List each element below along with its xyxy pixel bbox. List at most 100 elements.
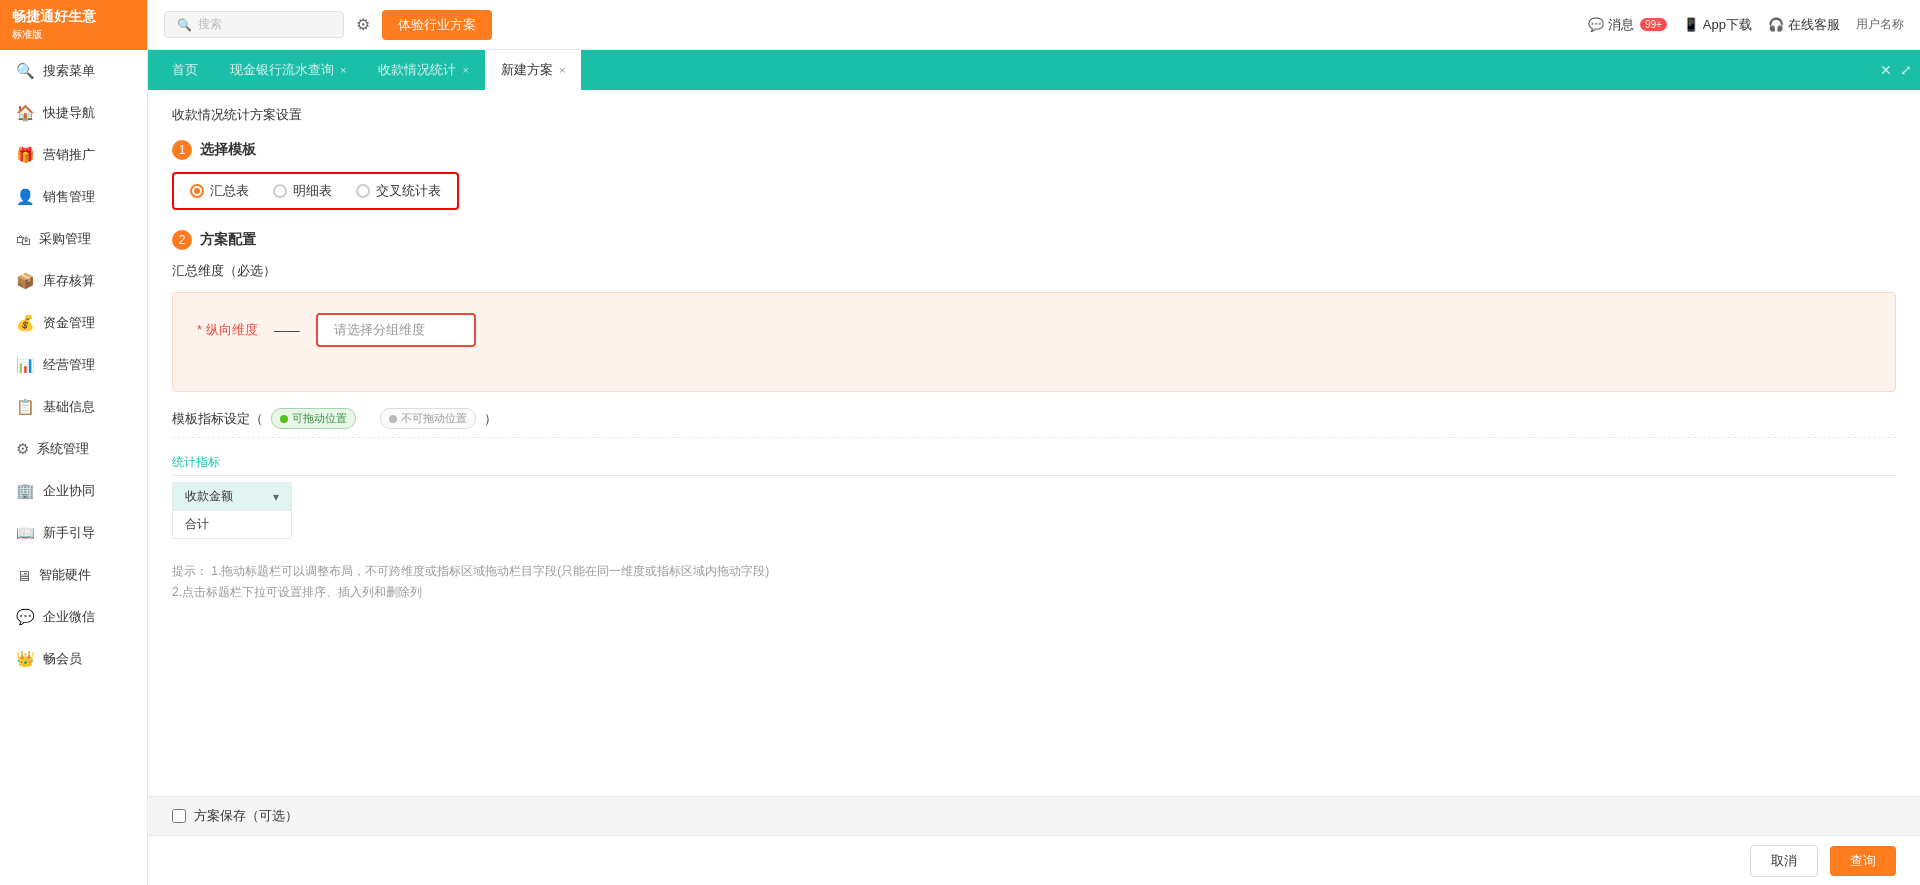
radio-summary[interactable]: 汇总表 [190, 182, 249, 200]
sidebar-item-marketing[interactable]: 🎁 营销推广 [0, 134, 147, 176]
sidebar-label-marketing: 营销推广 [43, 146, 95, 164]
tab-bank[interactable]: 现金银行流水查询 × [214, 50, 362, 90]
stats-col-label: 收款金额 [185, 488, 233, 505]
sidebar-item-inventory[interactable]: 📦 库存核算 [0, 260, 147, 302]
sidebar-label-inventory: 库存核算 [43, 272, 95, 290]
sidebar-item-basic[interactable]: 📋 基础信息 [0, 386, 147, 428]
radio-summary-circle [190, 184, 204, 198]
gray-dot [389, 415, 397, 423]
close-window-icon[interactable]: ✕ [1880, 62, 1892, 78]
cancel-button[interactable]: 取消 [1750, 845, 1818, 877]
sidebar-item-member[interactable]: 👑 畅会员 [0, 638, 147, 680]
step1-header: 1 选择模板 [172, 140, 1896, 160]
settings-icon[interactable]: ⚙ [356, 15, 370, 34]
sidebar-label-finance: 资金管理 [43, 314, 95, 332]
step2-num: 2 [172, 230, 192, 250]
monitor-icon: 🖥 [16, 567, 31, 584]
tab-new-plan-close[interactable]: × [559, 64, 565, 76]
tab-stats[interactable]: 收款情况统计 × [362, 50, 484, 90]
step2-header: 2 方案配置 [172, 230, 1896, 250]
sidebar-label-quick-nav: 快捷导航 [43, 104, 95, 122]
sidebar-item-operation[interactable]: 📊 经营管理 [0, 344, 147, 386]
metrics-label: 模板指标设定（ [172, 410, 263, 428]
message-icon: 💬 [1588, 17, 1604, 32]
sidebar-label-wechat: 企业微信 [43, 608, 95, 626]
dimension-row: * 纵向维度 —— 请选择分组维度 [197, 313, 1871, 347]
step2-section: 2 方案配置 汇总维度（必选） * 纵向维度 —— 请选择分组维度 [172, 230, 1896, 601]
sidebar-nav: 🔍 搜索菜单 🏠 快捷导航 🎁 营销推广 👤 销售管理 🛍 采购管理 📦 库存核… [0, 50, 147, 885]
message-badge: 99+ [1640, 18, 1667, 31]
radio-detail-label: 明细表 [293, 182, 332, 200]
page-title: 收款情况统计方案设置 [172, 106, 1896, 124]
metrics-divider [172, 437, 1896, 438]
sidebar-label-sales: 销售管理 [43, 188, 95, 206]
tabbar: 首页 现金银行流水查询 × 收款情况统计 × 新建方案 × ✕ ⤢ [148, 50, 1920, 90]
stats-label: 统计指标 [172, 454, 1896, 476]
dimension-required-label: 汇总维度（必选） [172, 262, 1896, 280]
gift-icon: 🎁 [16, 146, 35, 164]
tab-new-plan-label: 新建方案 [501, 61, 553, 79]
service-label: 在线客服 [1788, 16, 1840, 34]
save-checkbox[interactable] [172, 809, 186, 823]
radio-detail[interactable]: 明细表 [273, 182, 332, 200]
sidebar-item-finance[interactable]: 💰 资金管理 [0, 302, 147, 344]
search-placeholder: 搜索 [198, 16, 222, 33]
template-options: 汇总表 明细表 交叉统计表 [172, 172, 459, 210]
topbar-search-box[interactable]: 🔍 搜索 [164, 11, 344, 38]
sidebar-label-member: 畅会员 [43, 650, 82, 668]
dimension-dropdown[interactable]: 请选择分组维度 [316, 313, 476, 347]
download-label: App下载 [1703, 16, 1752, 34]
green-dot [280, 415, 288, 423]
tab-bank-close[interactable]: × [340, 64, 346, 76]
save-area: 方案保存（可选） [148, 796, 1920, 835]
fixed-label: 不可拖动位置 [401, 411, 467, 426]
username: 用户名称 [1856, 16, 1904, 33]
trial-button[interactable]: 体验行业方案 [382, 10, 492, 40]
sidebar-item-guide[interactable]: 📖 新手引导 [0, 512, 147, 554]
download-item[interactable]: 📱 App下载 [1683, 16, 1752, 34]
arrow-icon: —— [274, 323, 300, 338]
sidebar-label-system: 系统管理 [37, 440, 89, 458]
topbar: 🔍 搜索 ⚙ 体验行业方案 💬 消息 99+ 📱 App下载 🎧 在线客服 用户… [148, 0, 1920, 50]
query-button[interactable]: 查询 [1830, 846, 1896, 876]
app-version: 标准版 [12, 28, 96, 42]
radio-cross[interactable]: 交叉统计表 [356, 182, 441, 200]
tab-new-plan[interactable]: 新建方案 × [485, 50, 581, 90]
tab-home-label: 首页 [172, 61, 198, 79]
tab-stats-label: 收款情况统计 [378, 61, 456, 79]
radio-summary-label: 汇总表 [210, 182, 249, 200]
maximize-icon[interactable]: ⤢ [1900, 62, 1912, 78]
sidebar-item-corp[interactable]: 🏢 企业协同 [0, 470, 147, 512]
step1-title: 选择模板 [200, 141, 256, 159]
sidebar-item-sales[interactable]: 👤 销售管理 [0, 176, 147, 218]
sidebar-label-guide: 新手引导 [43, 524, 95, 542]
message-label: 消息 [1608, 16, 1634, 34]
page-content: 收款情况统计方案设置 1 选择模板 汇总表 明细表 [148, 90, 1920, 796]
sidebar-label-corp: 企业协同 [43, 482, 95, 500]
main-area: 🔍 搜索 ⚙ 体验行业方案 💬 消息 99+ 📱 App下载 🎧 在线客服 用户… [148, 0, 1920, 885]
sidebar-label-basic: 基础信息 [43, 398, 95, 416]
dimension-placeholder: 请选择分组维度 [334, 322, 425, 337]
vertical-dimension-label: * 纵向维度 [197, 321, 258, 339]
service-item[interactable]: 🎧 在线客服 [1768, 16, 1840, 34]
tab-home[interactable]: 首页 [156, 50, 214, 90]
tab-stats-close[interactable]: × [462, 64, 468, 76]
content-area: 收款情况统计方案设置 1 选择模板 汇总表 明细表 [148, 90, 1920, 885]
sidebar-item-quick-nav[interactable]: 🏠 快捷导航 [0, 92, 147, 134]
app-name: 畅捷通好生意 [12, 8, 96, 26]
sidebar-item-purchase[interactable]: 🛍 采购管理 [0, 218, 147, 260]
sidebar-item-hardware[interactable]: 🖥 智能硬件 [0, 554, 147, 596]
message-item[interactable]: 💬 消息 99+ [1588, 16, 1667, 34]
chart-icon: 📊 [16, 356, 35, 374]
stats-table-header[interactable]: 收款金额 ▾ [173, 483, 291, 510]
stats-dropdown-icon[interactable]: ▾ [273, 490, 279, 504]
tip-1: 提示： 1.拖动标题栏可以调整布局，不可跨维度或指标区域拖动栏目字段(只能在同一… [172, 563, 1896, 580]
sidebar-label-hardware: 智能硬件 [39, 566, 91, 584]
action-bar: 取消 查询 [148, 835, 1920, 885]
step1-num: 1 [172, 140, 192, 160]
tip-2: 2.点击标题栏下拉可设置排序、插入列和删除列 [172, 584, 1896, 601]
sidebar-item-wechat[interactable]: 💬 企业微信 [0, 596, 147, 638]
tab-window-actions: ✕ ⤢ [1880, 62, 1912, 78]
sidebar-item-search[interactable]: 🔍 搜索菜单 [0, 50, 147, 92]
sidebar-item-system[interactable]: ⚙ 系统管理 [0, 428, 147, 470]
